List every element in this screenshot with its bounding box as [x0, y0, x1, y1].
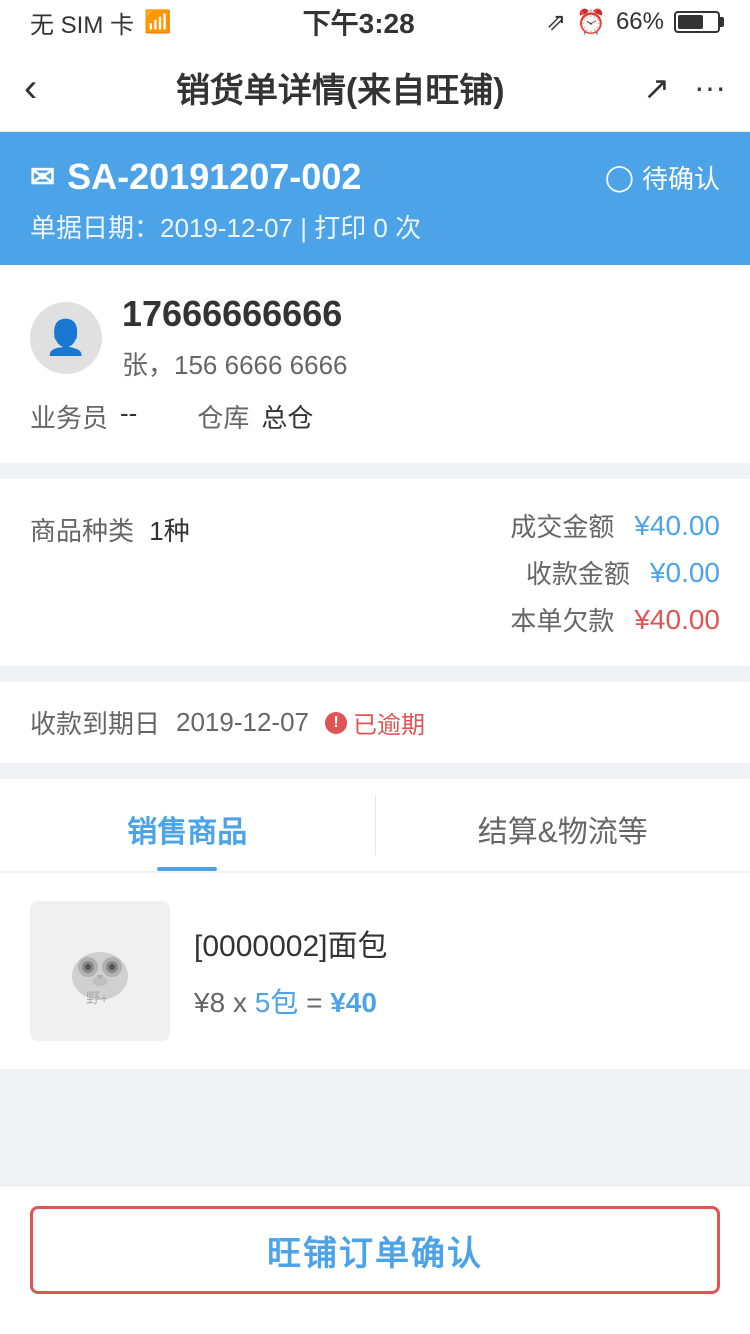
- nav-actions: ↗ ···: [643, 69, 726, 107]
- order-header: ✉ SA-20191207-002 ◯ 待确认 单据日期：2019-12-07 …: [0, 132, 750, 265]
- product-name: [0000002]面包: [194, 921, 720, 965]
- salesperson-label: 业务员: [30, 398, 108, 435]
- clock-icon: ◯: [605, 162, 634, 193]
- salesperson-value: --: [120, 398, 137, 435]
- overdue-badge: ! 已逾期: [325, 705, 425, 740]
- customer-card: 👤 17666666666 张，156 6666 6666 业务员 -- 仓库 …: [0, 265, 750, 463]
- warehouse-label: 仓库: [197, 398, 249, 435]
- warehouse-field: 仓库 总仓: [197, 398, 313, 435]
- transaction-amount-value: ¥40.00: [634, 510, 720, 542]
- transaction-amount-label: 成交金额: [510, 507, 614, 544]
- kinds-label: 商品种类: [30, 516, 134, 546]
- summary-right: 成交金额 ¥40.00 收款金额 ¥0.00 本单欠款 ¥40.00: [510, 507, 720, 638]
- kinds-value: 1种: [149, 516, 189, 546]
- owe-label: 本单欠款: [510, 601, 614, 638]
- tabs-bar: 销售商品 结算&物流等: [0, 779, 750, 871]
- nav-bar: ‹ 销货单详情(来自旺铺) ↗ ···: [0, 44, 750, 132]
- order-icon: ✉: [30, 160, 55, 195]
- product-qty: 5包: [255, 987, 306, 1018]
- order-status: ◯ 待确认: [605, 159, 720, 196]
- confirm-button[interactable]: 旺铺订单确认: [30, 1206, 720, 1294]
- location-icon: ⇗: [546, 8, 566, 37]
- customer-phone: 17666666666: [122, 293, 348, 335]
- overdue-icon: !: [325, 712, 347, 734]
- tab-settlement[interactable]: 结算&物流等: [376, 779, 750, 871]
- product-thumbnail: 野+: [60, 931, 140, 1011]
- share-icon[interactable]: ↗: [643, 69, 670, 107]
- summary-left: 商品种类 1种: [30, 507, 190, 548]
- owe-amount-row: 本单欠款 ¥40.00: [510, 601, 720, 638]
- product-details: [0000002]面包 ¥8 x 5包 = ¥40: [194, 921, 720, 1021]
- wifi-icon: 📶: [144, 9, 171, 35]
- collected-amount-row: 收款金额 ¥0.00: [526, 554, 720, 591]
- product-section: 野+ [0000002]面包 ¥8 x 5包 = ¥40: [0, 873, 750, 1069]
- alarm-icon: ⏰: [576, 8, 606, 37]
- svg-text:野+: 野+: [86, 990, 108, 1006]
- battery-icon: [674, 11, 720, 33]
- order-id: ✉ SA-20191207-002: [30, 156, 361, 198]
- owe-value: ¥40.00: [634, 604, 720, 636]
- overdue-text: 已逾期: [353, 705, 425, 740]
- warehouse-value: 总仓: [261, 398, 313, 435]
- status-bar: 无 SIM 卡 📶 下午3:28 ⇗ ⏰ 66%: [0, 0, 750, 44]
- page-title: 销货单详情(来自旺铺): [176, 63, 505, 112]
- salesperson-field: 业务员 --: [30, 398, 137, 435]
- avatar-icon: 👤: [45, 318, 87, 358]
- due-date-label: 收款到期日: [30, 704, 160, 741]
- due-date-card: 收款到期日 2019-12-07 ! 已逾期: [0, 682, 750, 763]
- summary-card: 商品种类 1种 成交金额 ¥40.00 收款金额 ¥0.00 本单欠款 ¥40.…: [0, 479, 750, 666]
- collected-value: ¥0.00: [650, 557, 720, 589]
- product-price: ¥8 x 5包 = ¥40: [194, 981, 720, 1021]
- collected-label: 收款金额: [526, 554, 630, 591]
- avatar: 👤: [30, 302, 102, 374]
- carrier-text: 无 SIM 卡: [30, 5, 134, 40]
- customer-name: 张，156 6666 6666: [122, 345, 348, 382]
- tab-products[interactable]: 销售商品: [0, 779, 375, 871]
- back-button[interactable]: ‹: [24, 68, 37, 108]
- product-image: 野+: [30, 901, 170, 1041]
- battery-text: 66%: [616, 8, 664, 36]
- due-date-value: 2019-12-07: [176, 707, 309, 738]
- bottom-area: 旺铺订单确认: [0, 1185, 750, 1334]
- product-kinds-field: 商品种类 1种: [30, 511, 190, 548]
- product-item: 野+ [0000002]面包 ¥8 x 5包 = ¥40: [30, 901, 720, 1041]
- status-right: ⇗ ⏰ 66%: [546, 8, 720, 37]
- status-left: 无 SIM 卡 📶: [30, 5, 171, 40]
- product-total: ¥40: [330, 987, 377, 1018]
- status-time: 下午3:28: [303, 2, 415, 42]
- more-icon[interactable]: ···: [694, 69, 726, 106]
- transaction-amount-row: 成交金额 ¥40.00: [510, 507, 720, 544]
- order-date: 单据日期：2019-12-07 | 打印 0 次: [30, 208, 720, 245]
